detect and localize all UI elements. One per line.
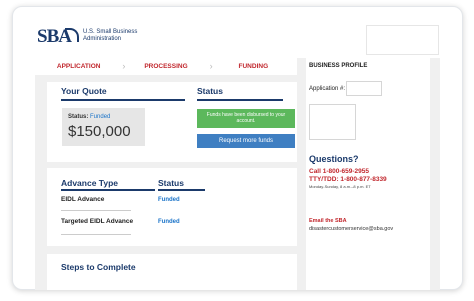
your-quote-heading: Your Quote bbox=[61, 86, 107, 96]
status-heading: Status bbox=[197, 86, 223, 96]
funds-disbursed-banner: Funds have been disbursed to your accoun… bbox=[197, 109, 295, 128]
advance-row-type: Targeted EIDL Advance bbox=[61, 218, 134, 225]
scrollbar[interactable] bbox=[430, 58, 440, 290]
advance-status-heading: Status bbox=[158, 178, 184, 188]
advance-row-status: Funded bbox=[158, 219, 180, 225]
quote-status-label: Status: bbox=[68, 114, 89, 120]
sba-logo-mark: SBA bbox=[37, 26, 79, 47]
quote-amount: $150,000 bbox=[68, 123, 131, 140]
advance-row-status: Funded bbox=[158, 197, 180, 203]
step-application: APPLICATION › bbox=[35, 58, 125, 75]
step-processing: PROCESSING › bbox=[122, 58, 212, 75]
application-number-label: Application #: bbox=[309, 86, 346, 92]
advance-status-underline bbox=[158, 189, 205, 191]
email-sba-label: Email the SBA bbox=[309, 218, 347, 224]
request-more-funds-button[interactable]: Request more funds bbox=[197, 134, 295, 148]
status-underline bbox=[197, 99, 283, 101]
support-email-link[interactable]: disastercustomerservice@sba.gov bbox=[309, 226, 393, 232]
header-widget bbox=[366, 25, 439, 55]
quote-status-value: Funded bbox=[90, 114, 111, 120]
tty-phone-link[interactable]: TTY/TDD: 1-800-877-8339 bbox=[309, 176, 387, 183]
agency-name-line1: U.S. Small Business bbox=[83, 29, 138, 35]
advance-row-divider bbox=[61, 234, 131, 235]
steps-card: Steps to Complete bbox=[47, 254, 297, 290]
call-phone-link[interactable]: Call 1-800-659-2955 bbox=[309, 168, 369, 175]
advance-card: Advance Type Status EIDL Advance Funded … bbox=[47, 168, 297, 246]
support-hours: Monday-Sunday, 8 a.m.–8 p.m. ET bbox=[309, 184, 371, 189]
application-number-field[interactable] bbox=[346, 81, 382, 96]
step-processing-label: PROCESSING bbox=[144, 63, 188, 70]
sba-logo-arc-icon bbox=[65, 28, 79, 42]
advance-row-type: EIDL Advance bbox=[61, 196, 105, 203]
agency-name: U.S. Small Business Administration bbox=[83, 29, 153, 43]
advance-row-divider bbox=[61, 210, 131, 211]
business-profile-heading: BUSINESS PROFILE bbox=[309, 63, 368, 69]
agency-name-line2: Administration bbox=[83, 36, 122, 42]
your-quote-underline bbox=[61, 99, 185, 101]
business-profile-sidebar: BUSINESS PROFILE Application #: Question… bbox=[306, 58, 430, 290]
quote-status-line: Status: Funded bbox=[68, 114, 139, 120]
advance-type-heading: Advance Type bbox=[61, 178, 119, 188]
main-content: APPLICATION › PROCESSING › FUNDING Your … bbox=[35, 58, 440, 290]
step-funding: FUNDING bbox=[210, 58, 297, 75]
steps-to-complete-heading: Steps to Complete bbox=[61, 262, 136, 272]
progress-steps: APPLICATION › PROCESSING › FUNDING bbox=[35, 58, 297, 75]
quote-summary: Status: Funded $150,000 bbox=[62, 108, 145, 146]
step-funding-label: FUNDING bbox=[238, 63, 269, 70]
step-application-label: APPLICATION bbox=[56, 63, 101, 70]
advance-type-underline bbox=[61, 189, 155, 191]
sba-logo[interactable]: SBA U.S. Small Business Administration bbox=[37, 26, 153, 47]
profile-details-box bbox=[309, 104, 356, 140]
questions-heading: Questions? bbox=[309, 154, 359, 164]
